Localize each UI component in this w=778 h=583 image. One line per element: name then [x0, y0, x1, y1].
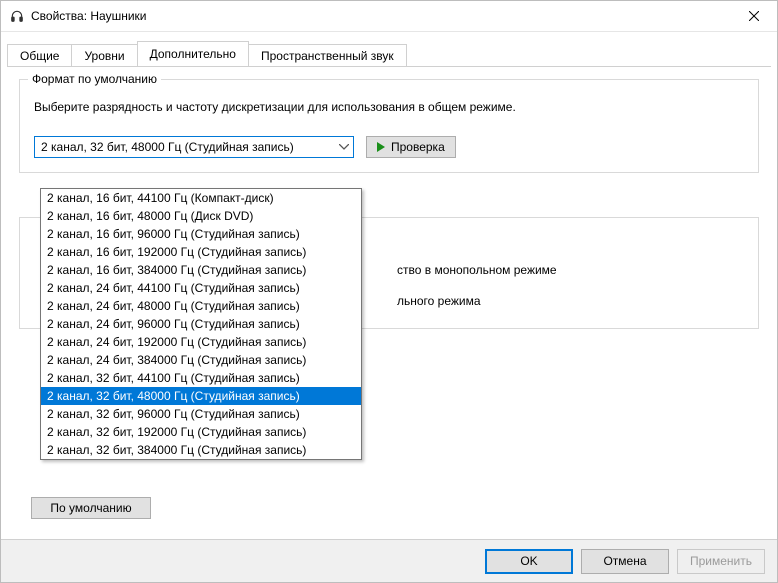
close-button[interactable]	[731, 1, 777, 31]
sample-format-option[interactable]: 2 канал, 24 бит, 44100 Гц (Студийная зап…	[41, 279, 361, 297]
tab-general[interactable]: Общие	[7, 44, 72, 67]
tab-levels[interactable]: Уровни	[71, 44, 137, 67]
sample-format-option[interactable]: 2 канал, 32 бит, 48000 Гц (Студийная зап…	[41, 387, 361, 405]
sample-format-option[interactable]: 2 канал, 16 бит, 192000 Гц (Студийная за…	[41, 243, 361, 261]
sample-format-option[interactable]: 2 канал, 32 бит, 192000 Гц (Студийная за…	[41, 423, 361, 441]
tab-strip: Общие Уровни Дополнительно Пространствен…	[1, 32, 777, 66]
default-format-legend: Формат по умолчанию	[28, 72, 161, 86]
sample-format-option[interactable]: 2 канал, 32 бит, 384000 Гц (Студийная за…	[41, 441, 361, 459]
exclusive-mode-line2-fragment: льного режима	[397, 294, 481, 308]
sample-format-option[interactable]: 2 канал, 16 бит, 384000 Гц (Студийная за…	[41, 261, 361, 279]
sample-format-option[interactable]: 2 канал, 24 бит, 192000 Гц (Студийная за…	[41, 333, 361, 351]
sample-format-dropdown-list[interactable]: 2 канал, 16 бит, 44100 Гц (Компакт-диск)…	[40, 188, 362, 460]
sample-format-option[interactable]: 2 канал, 16 бит, 48000 Гц (Диск DVD)	[41, 207, 361, 225]
ok-button[interactable]: OK	[485, 549, 573, 574]
default-format-description: Выберите разрядность и частоту дискретиз…	[34, 98, 744, 116]
default-format-group: Формат по умолчанию Выберите разрядность…	[19, 79, 759, 173]
apply-button[interactable]: Применить	[677, 549, 765, 574]
sample-format-combobox[interactable]: 2 канал, 32 бит, 48000 Гц (Студийная зап…	[34, 136, 354, 158]
sample-format-selected: 2 канал, 32 бит, 48000 Гц (Студийная зап…	[41, 140, 335, 154]
tab-advanced[interactable]: Дополнительно	[137, 41, 249, 66]
properties-window: Свойства: Наушники Общие Уровни Дополнит…	[0, 0, 778, 583]
titlebar: Свойства: Наушники	[1, 1, 777, 32]
headphones-icon	[9, 8, 25, 24]
tab-spatial-sound[interactable]: Пространственный звук	[248, 44, 407, 67]
sample-format-option[interactable]: 2 канал, 24 бит, 48000 Гц (Студийная зап…	[41, 297, 361, 315]
sample-format-option[interactable]: 2 канал, 32 бит, 96000 Гц (Студийная зап…	[41, 405, 361, 423]
window-title: Свойства: Наушники	[31, 9, 731, 23]
dialog-footer: OK Отмена Применить	[1, 539, 777, 582]
test-button[interactable]: Проверка	[366, 136, 456, 158]
sample-format-option[interactable]: 2 канал, 24 бит, 96000 Гц (Студийная зап…	[41, 315, 361, 333]
restore-defaults-button[interactable]: По умолчанию	[31, 497, 151, 519]
cancel-button[interactable]: Отмена	[581, 549, 669, 574]
sample-format-option[interactable]: 2 канал, 16 бит, 44100 Гц (Компакт-диск)	[41, 189, 361, 207]
chevron-down-icon	[335, 137, 353, 157]
sample-format-option[interactable]: 2 канал, 16 бит, 96000 Гц (Студийная зап…	[41, 225, 361, 243]
close-icon	[749, 11, 759, 21]
play-icon	[377, 142, 385, 152]
sample-format-option[interactable]: 2 канал, 24 бит, 384000 Гц (Студийная за…	[41, 351, 361, 369]
sample-format-option[interactable]: 2 канал, 32 бит, 44100 Гц (Студийная зап…	[41, 369, 361, 387]
exclusive-mode-line1-fragment: ство в монопольном режиме	[397, 263, 557, 277]
